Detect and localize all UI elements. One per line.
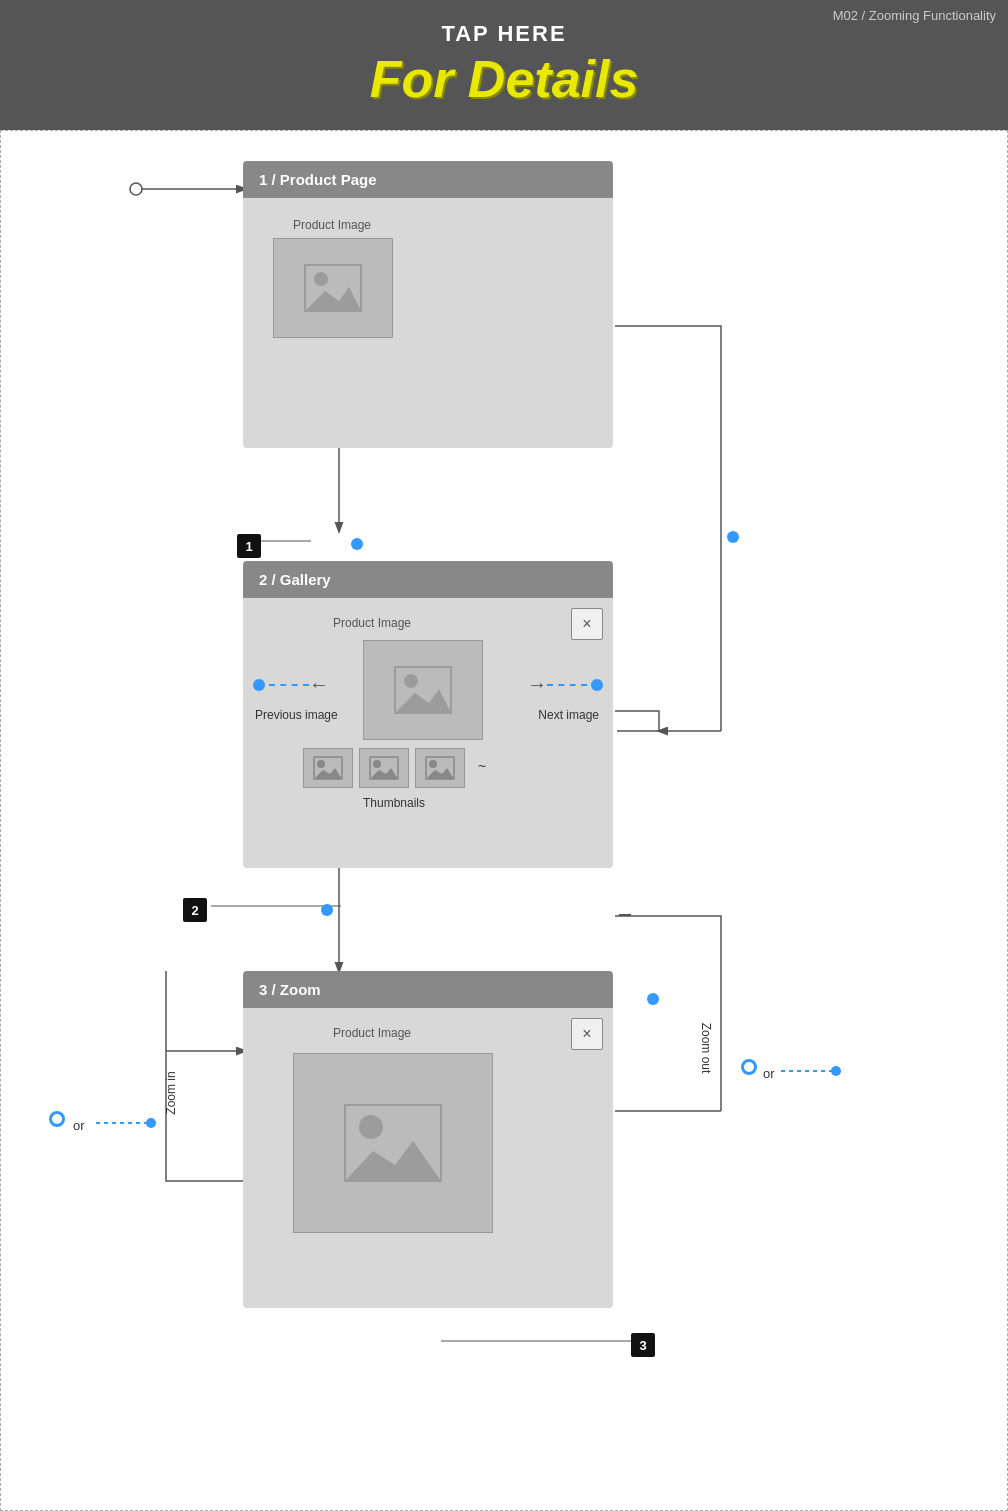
zoom-out-label: Zoom out (699, 1023, 713, 1074)
gallery-close-button[interactable]: × (571, 608, 603, 640)
badge-3: 3 (631, 1333, 655, 1357)
blue-dot-outline-right (741, 1059, 757, 1075)
product-image-label-3: Product Image (333, 1026, 411, 1040)
blue-dot-2 (321, 904, 333, 916)
zoom-close-button[interactable]: × (571, 1018, 603, 1050)
gallery-image-placeholder (363, 640, 483, 740)
next-blue-dot (591, 679, 603, 691)
screen-zoom-header: 3 / Zoom (243, 971, 613, 1008)
tap-here-text: TAP HERE (441, 21, 566, 47)
product-image-label-2: Product Image (333, 616, 411, 630)
screen-product-body: Product Image (243, 198, 613, 448)
screen-product-header: 1 / Product Page (243, 161, 613, 198)
next-label: Next image (538, 708, 599, 722)
thumb-2[interactable] (359, 748, 409, 788)
screen-zoom: 3 / Zoom Product Image × (243, 971, 613, 1308)
header-bar[interactable]: M02 / Zooming Functionality TAP HERE For… (0, 0, 1008, 130)
dashed-dots-left (96, 1113, 156, 1133)
screen-gallery-body: × Product Image ← Previous image (243, 598, 613, 868)
svg-point-1 (130, 183, 142, 195)
prev-blue-dot (253, 679, 265, 691)
product-image-placeholder-1 (273, 238, 393, 338)
svg-marker-16 (305, 287, 361, 311)
or-right-text: or (763, 1066, 775, 1081)
thumb-1[interactable] (303, 748, 353, 788)
svg-point-27 (429, 760, 437, 768)
zoom-in-label: Zoom in (164, 1071, 178, 1114)
fox-details-text: For Details (370, 49, 639, 109)
thumb-3[interactable] (415, 748, 465, 788)
prev-label: Previous image (255, 708, 338, 722)
svg-point-21 (317, 760, 325, 768)
more-thumbs: ~ (478, 758, 486, 774)
blue-dot-right-1 (727, 531, 739, 543)
svg-point-24 (373, 760, 381, 768)
or-left-text: or (73, 1118, 85, 1133)
svg-point-15 (314, 272, 328, 286)
dashed-dots-right (781, 1061, 841, 1081)
svg-marker-31 (345, 1141, 441, 1181)
screen-gallery-header: 2 / Gallery (243, 561, 613, 598)
screen-zoom-body: Product Image × (243, 1008, 613, 1308)
svg-marker-22 (314, 768, 342, 779)
blue-dot-1 (351, 538, 363, 550)
badge-1: 1 (237, 534, 261, 558)
svg-marker-28 (426, 768, 454, 779)
blue-dot-right-2 (647, 993, 659, 1005)
screen-product: 1 / Product Page Product Image (243, 161, 613, 448)
next-nav: → (527, 673, 603, 696)
screen-gallery: 2 / Gallery × Product Image ← Previous i… (243, 561, 613, 868)
svg-point-35 (831, 1066, 841, 1076)
svg-marker-25 (370, 768, 398, 779)
main-canvas: 1 / Product Page Product Image 1 2 / Gal… (0, 130, 1008, 1511)
right-arrow-gallery (619, 914, 631, 916)
product-image-label-1: Product Image (293, 218, 371, 232)
thumbnails-label: Thumbnails (363, 796, 425, 810)
svg-point-30 (359, 1115, 383, 1139)
next-dashed (547, 684, 587, 686)
badge-2: 2 (183, 898, 207, 922)
svg-point-18 (404, 674, 418, 688)
prev-dashed (269, 684, 309, 686)
svg-marker-19 (395, 689, 451, 713)
module-label: M02 / Zooming Functionality (833, 8, 996, 23)
zoom-image-placeholder (293, 1053, 493, 1233)
svg-point-33 (146, 1118, 156, 1128)
blue-dot-outline-left (49, 1111, 65, 1127)
prev-nav: ← (253, 673, 329, 696)
